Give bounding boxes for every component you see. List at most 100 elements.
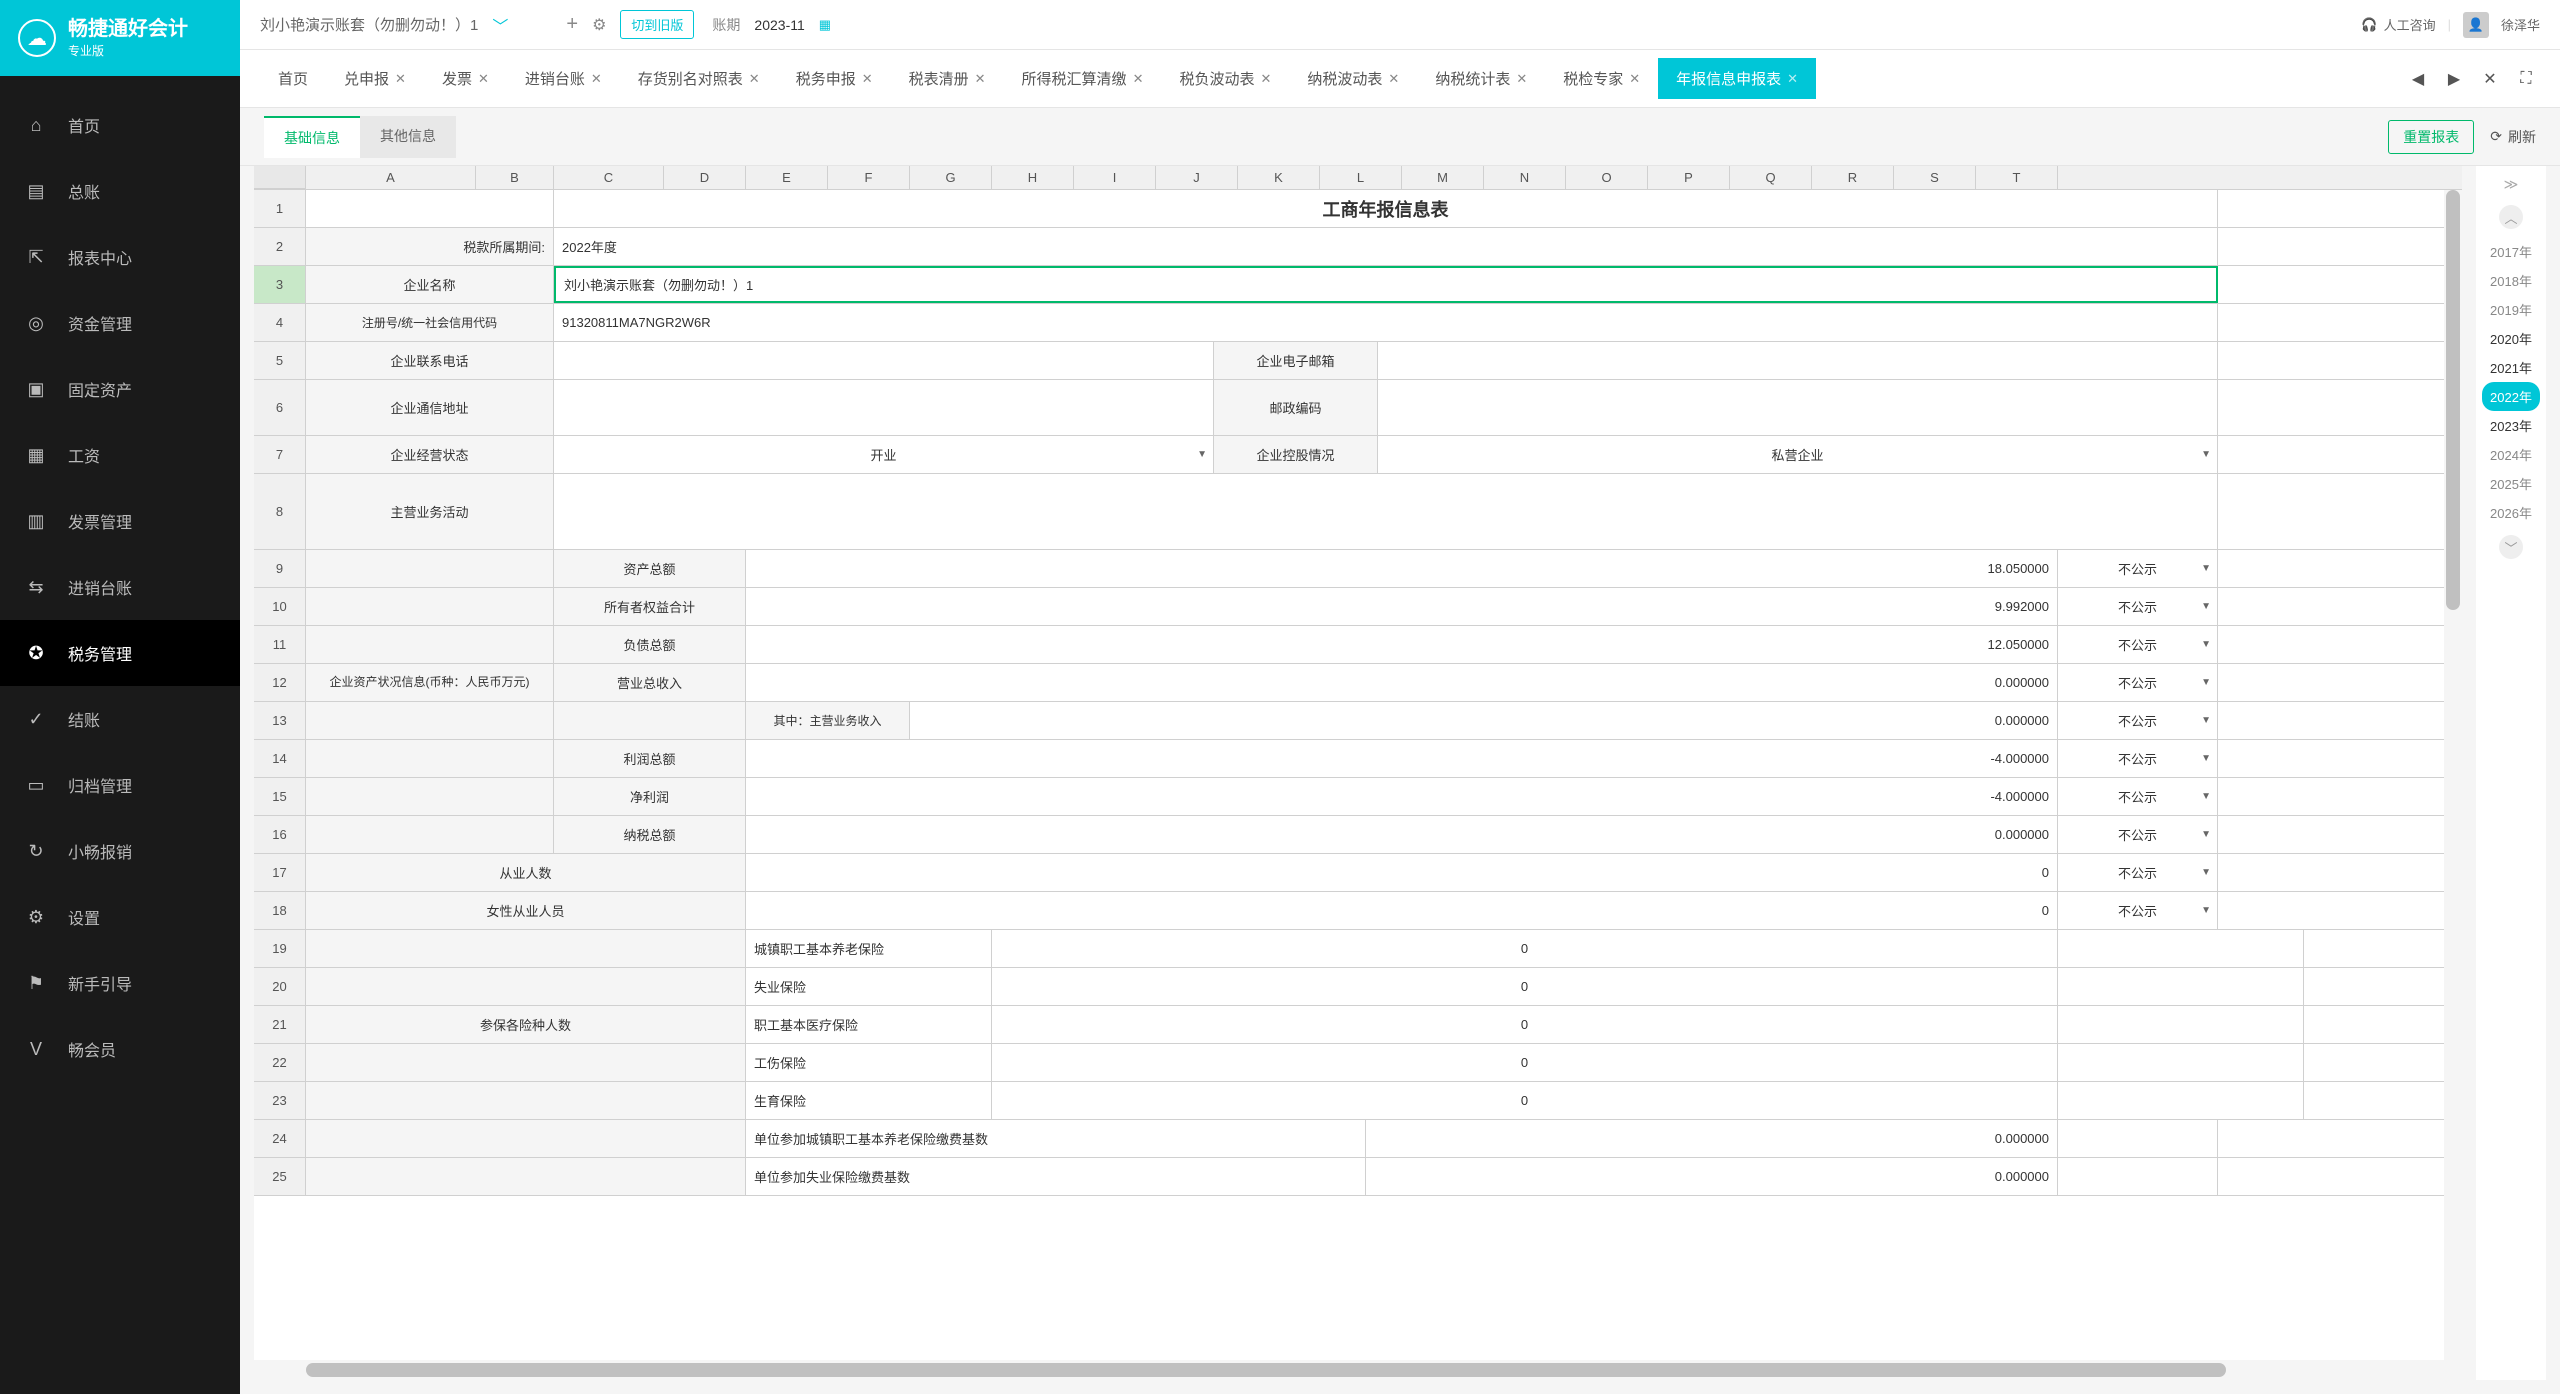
year-option[interactable]: 2019年 bbox=[2482, 295, 2540, 324]
year-option[interactable]: 2018年 bbox=[2482, 266, 2540, 295]
sidebar-item-2[interactable]: ⇱报表中心 bbox=[0, 224, 240, 290]
tabs-close-all-button[interactable]: ✕ bbox=[2476, 65, 2504, 93]
row-header-19[interactable]: 19 bbox=[254, 930, 306, 968]
row-header-10[interactable]: 10 bbox=[254, 588, 306, 626]
sub-tab-basic[interactable]: 基础信息 bbox=[264, 116, 360, 158]
tab-0[interactable]: 首页 bbox=[260, 58, 326, 99]
col-header-L[interactable]: L bbox=[1320, 166, 1402, 189]
horizontal-scrollbar[interactable] bbox=[254, 1360, 2462, 1380]
row-header-23[interactable]: 23 bbox=[254, 1082, 306, 1120]
sidebar-item-9[interactable]: ✓结账 bbox=[0, 686, 240, 752]
reset-report-button[interactable]: 重置报表 bbox=[2388, 120, 2474, 154]
col-header-A[interactable]: A bbox=[306, 166, 476, 189]
row-header-16[interactable]: 16 bbox=[254, 816, 306, 854]
row-header-18[interactable]: 18 bbox=[254, 892, 306, 930]
year-option[interactable]: 2024年 bbox=[2482, 440, 2540, 469]
tab-3[interactable]: 进销台账✕ bbox=[507, 58, 620, 99]
row-header-15[interactable]: 15 bbox=[254, 778, 306, 816]
col-header-F[interactable]: F bbox=[828, 166, 910, 189]
row-header-7[interactable]: 7 bbox=[254, 436, 306, 474]
switch-old-version-button[interactable]: 切到旧版 bbox=[620, 10, 694, 39]
tabs-next-button[interactable]: ▶ bbox=[2440, 65, 2468, 93]
tab-close-icon[interactable]: ✕ bbox=[862, 71, 873, 87]
sidebar-item-5[interactable]: ▦工资 bbox=[0, 422, 240, 488]
grid-cells[interactable]: 工商年报信息表税款所属期间:2022年度企业名称刘小艳演示账套（勿删勿动！）1注… bbox=[306, 190, 2462, 1360]
tab-7[interactable]: 所得税汇算清缴✕ bbox=[1004, 58, 1162, 99]
row-header-14[interactable]: 14 bbox=[254, 740, 306, 778]
consult-button[interactable]: 🎧 人工咨询 bbox=[2361, 15, 2435, 34]
avatar[interactable]: 👤 bbox=[2463, 12, 2489, 38]
tab-5[interactable]: 税务申报✕ bbox=[778, 58, 891, 99]
chevron-down-icon[interactable]: ﹀ bbox=[492, 13, 508, 37]
sidebar-item-11[interactable]: ↻小畅报销 bbox=[0, 818, 240, 884]
year-down-button[interactable]: ﹀ bbox=[2499, 535, 2523, 559]
row-header-22[interactable]: 22 bbox=[254, 1044, 306, 1082]
col-header-B[interactable]: B bbox=[476, 166, 554, 189]
tab-8[interactable]: 税负波动表✕ bbox=[1161, 58, 1289, 99]
col-header-E[interactable]: E bbox=[746, 166, 828, 189]
refresh-button[interactable]: ⟳ 刷新 bbox=[2490, 127, 2536, 147]
fullscreen-button[interactable]: ⛶ bbox=[2512, 65, 2540, 93]
tab-2[interactable]: 发票✕ bbox=[424, 58, 507, 99]
row-header-25[interactable]: 25 bbox=[254, 1158, 306, 1196]
sidebar-item-10[interactable]: ▭归档管理 bbox=[0, 752, 240, 818]
tab-close-icon[interactable]: ✕ bbox=[749, 71, 760, 87]
col-header-P[interactable]: P bbox=[1648, 166, 1730, 189]
year-option[interactable]: 2026年 bbox=[2482, 498, 2540, 527]
row-header-5[interactable]: 5 bbox=[254, 342, 306, 380]
period-value[interactable]: 2023-11 bbox=[754, 17, 804, 33]
year-option[interactable]: 2021年 bbox=[2482, 353, 2540, 382]
sidebar-item-0[interactable]: ⌂首页 bbox=[0, 92, 240, 158]
sidebar-item-8[interactable]: ✪税务管理 bbox=[0, 620, 240, 686]
col-header-S[interactable]: S bbox=[1894, 166, 1976, 189]
col-header-K[interactable]: K bbox=[1238, 166, 1320, 189]
sidebar-item-1[interactable]: ▤总账 bbox=[0, 158, 240, 224]
year-up-button[interactable]: ︿ bbox=[2499, 205, 2523, 229]
sub-tab-other[interactable]: 其他信息 bbox=[360, 116, 456, 158]
username[interactable]: 徐泽华 bbox=[2501, 15, 2540, 34]
tab-close-icon[interactable]: ✕ bbox=[591, 71, 602, 87]
col-header-T[interactable]: T bbox=[1976, 166, 2058, 189]
col-header-G[interactable]: G bbox=[910, 166, 992, 189]
vertical-scrollbar[interactable] bbox=[2444, 190, 2462, 1360]
row-header-21[interactable]: 21 bbox=[254, 1006, 306, 1044]
tab-close-icon[interactable]: ✕ bbox=[975, 71, 986, 87]
row-header-6[interactable]: 6 bbox=[254, 380, 306, 436]
tab-10[interactable]: 纳税统计表✕ bbox=[1417, 58, 1545, 99]
row-header-3[interactable]: 3 bbox=[254, 266, 306, 304]
tab-11[interactable]: 税检专家✕ bbox=[1545, 58, 1658, 99]
col-header-H[interactable]: H bbox=[992, 166, 1074, 189]
col-header-Q[interactable]: Q bbox=[1730, 166, 1812, 189]
row-header-8[interactable]: 8 bbox=[254, 474, 306, 550]
row-header-1[interactable]: 1 bbox=[254, 190, 306, 228]
col-header-D[interactable]: D bbox=[664, 166, 746, 189]
tab-12[interactable]: 年报信息申报表✕ bbox=[1658, 58, 1816, 99]
tab-close-icon[interactable]: ✕ bbox=[1388, 71, 1399, 87]
company-name-cell[interactable]: 刘小艳演示账套（勿删勿动！）1 bbox=[554, 266, 2218, 303]
tab-close-icon[interactable]: ✕ bbox=[1133, 71, 1144, 87]
tab-close-icon[interactable]: ✕ bbox=[395, 71, 406, 87]
col-header-R[interactable]: R bbox=[1812, 166, 1894, 189]
tab-9[interactable]: 纳税波动表✕ bbox=[1289, 58, 1417, 99]
col-header-I[interactable]: I bbox=[1074, 166, 1156, 189]
sidebar-item-14[interactable]: V畅会员 bbox=[0, 1016, 240, 1082]
col-header-J[interactable]: J bbox=[1156, 166, 1238, 189]
tab-close-icon[interactable]: ✕ bbox=[1629, 71, 1640, 87]
row-header-9[interactable]: 9 bbox=[254, 550, 306, 588]
year-option[interactable]: 2017年 bbox=[2482, 237, 2540, 266]
settings-icon[interactable]: ⚙ bbox=[592, 15, 606, 35]
sidebar-item-7[interactable]: ⇆进销台账 bbox=[0, 554, 240, 620]
row-header-17[interactable]: 17 bbox=[254, 854, 306, 892]
tab-4[interactable]: 存货别名对照表✕ bbox=[620, 58, 778, 99]
tab-1[interactable]: 兑申报✕ bbox=[326, 58, 424, 99]
tab-close-icon[interactable]: ✕ bbox=[1260, 71, 1271, 87]
account-selector[interactable]: 刘小艳演示账套（勿删勿动！）1 bbox=[260, 14, 478, 35]
year-option[interactable]: 2025年 bbox=[2482, 469, 2540, 498]
sidebar-item-12[interactable]: ⚙设置 bbox=[0, 884, 240, 950]
year-option[interactable]: 2022年 bbox=[2482, 382, 2540, 411]
row-header-20[interactable]: 20 bbox=[254, 968, 306, 1006]
add-account-button[interactable]: + bbox=[566, 13, 578, 36]
sidebar-item-6[interactable]: ▥发票管理 bbox=[0, 488, 240, 554]
tab-6[interactable]: 税表清册✕ bbox=[891, 58, 1004, 99]
row-header-2[interactable]: 2 bbox=[254, 228, 306, 266]
